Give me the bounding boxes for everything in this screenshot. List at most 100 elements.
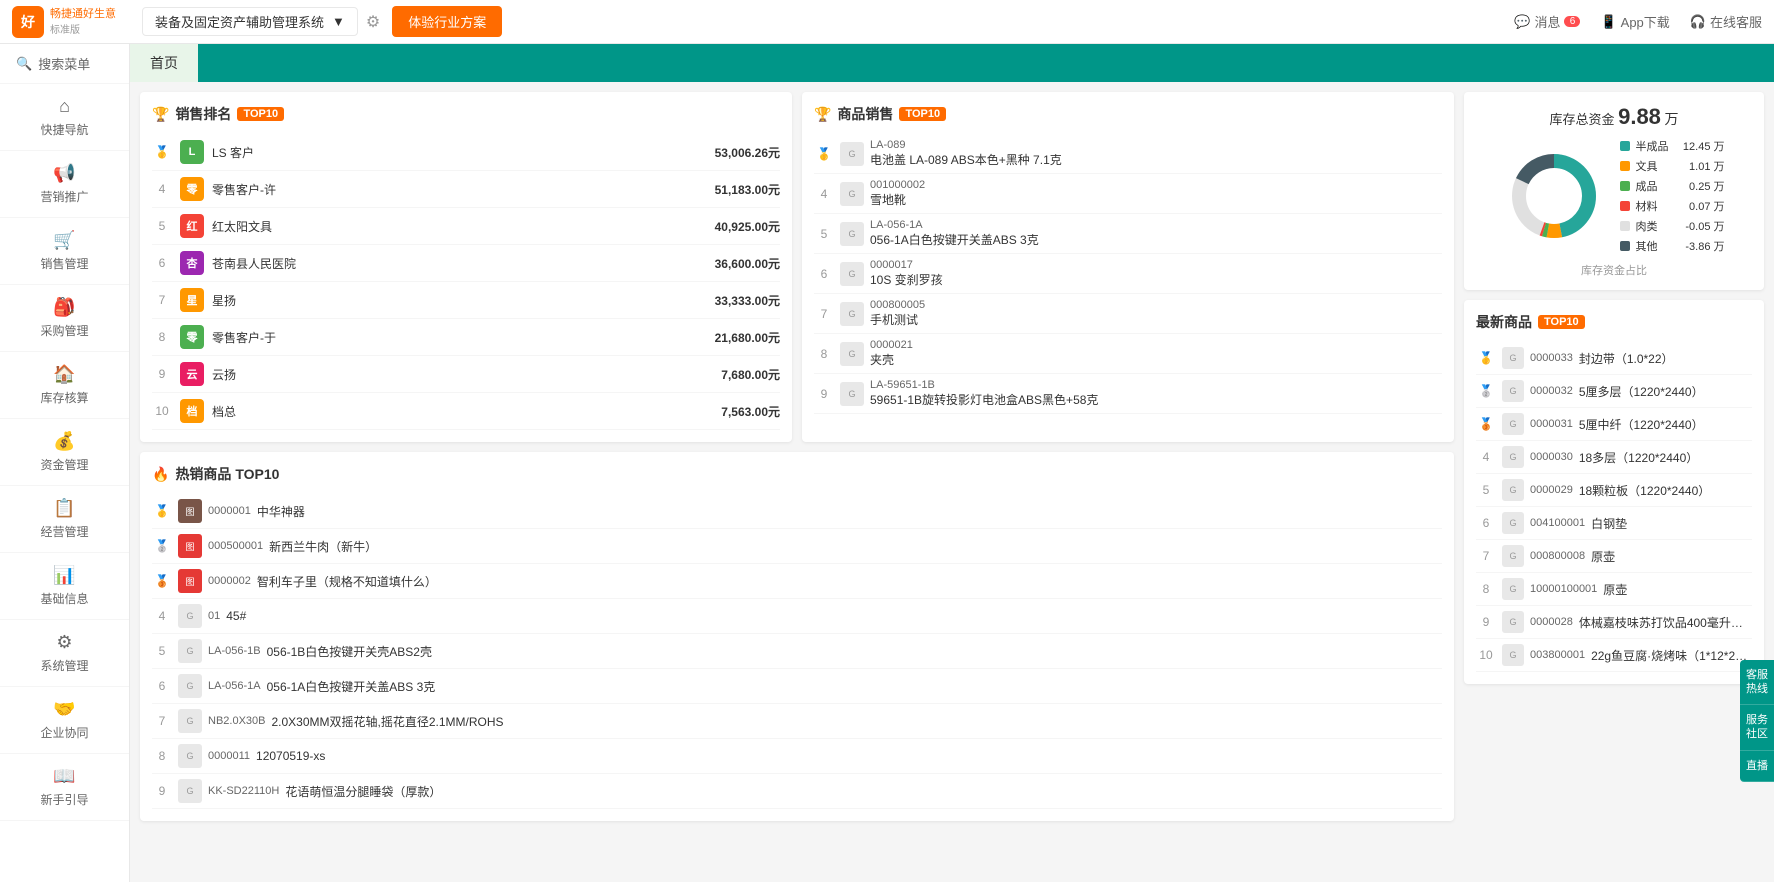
sidebar-label-finance: 资金管理 — [40, 456, 88, 473]
product-rank-6: 8 G 0000021 夹壳 — [814, 334, 1442, 374]
product-sales-ranking-card: 🏆 商品销售 TOP10 🥇 G LA-089 电池盖 LA-089 ABS本色… — [802, 92, 1454, 442]
logo-text: 畅捷通好生意 — [50, 7, 116, 21]
hot-item-7: 7 G NB2.0X30B 2.0X30MM双摇花轴,摇花直径2.1MM/ROH… — [152, 704, 1442, 739]
product-sales-label: 商品销售 — [837, 104, 893, 124]
new-item-5: 5 G 0000029 18颗粒板（1220*2440） — [1476, 474, 1752, 507]
legend-dot-3 — [1620, 181, 1630, 191]
hot-img-2: 图 — [178, 534, 202, 558]
donut-chart — [1504, 146, 1604, 246]
search-menu-label: 搜索菜单 — [38, 54, 90, 73]
hot-item-4: 4 G 01 45# — [152, 599, 1442, 634]
rank-item-3: 5 红 红太阳文具 40,925.00元 — [152, 208, 780, 245]
rank-item-7: 9 云 云扬 7,680.00元 — [152, 356, 780, 393]
customer-avatar-1: L — [180, 140, 204, 164]
message-icon: 💬 — [1514, 14, 1530, 30]
float-live-btn[interactable]: 直播 — [1740, 751, 1774, 782]
marketing-icon: 📢 — [53, 163, 75, 184]
new-item-1: 🥇 G 0000033 封边带（1.0*22） — [1476, 342, 1752, 375]
hot-icon: 🔥 — [152, 466, 169, 483]
try-btn[interactable]: 体验行业方案 — [392, 6, 502, 37]
guide-icon: 📖 — [53, 766, 75, 787]
ranking-section: 🏆 销售排名 TOP10 🥇 L LS 客户 53,006.26元 4 — [140, 92, 1454, 442]
customer-avatar-4: 杏 — [180, 251, 204, 275]
new-products-card: 最新商品 TOP10 🥇 G 0000033 封边带（1.0*22） 🥈 G — [1464, 300, 1764, 684]
sidebar-item-basics[interactable]: 📊 基础信息 — [0, 553, 129, 620]
product-rank-1: 🥇 G LA-089 电池盖 LA-089 ABS本色+黑种 7.1克 — [814, 134, 1442, 174]
left-column: 🏆 销售排名 TOP10 🥇 L LS 客户 53,006.26元 4 — [140, 92, 1454, 872]
legend-dot-2 — [1620, 161, 1630, 171]
sidebar-item-quick-nav[interactable]: ⌂ 快捷导航 — [0, 84, 129, 151]
legend-item-3: 成品 0.25 万 — [1620, 178, 1725, 194]
sidebar-item-sales[interactable]: 🛒 销售管理 — [0, 218, 129, 285]
product-ranking-title: 🏆 商品销售 TOP10 — [814, 104, 1442, 124]
message-badge: 6 — [1564, 16, 1580, 27]
enterprise-icon: 🤝 — [53, 699, 75, 720]
sidebar: 🔍 搜索菜单 ⌂ 快捷导航 📢 营销推广 🛒 销售管理 🎒 采购管理 🏠 库存核… — [0, 44, 130, 882]
new-img-2: G — [1502, 380, 1524, 402]
tab-home-label: 首页 — [150, 53, 178, 73]
new-item-7: 7 G 000800008 原壶 — [1476, 540, 1752, 573]
hot-img-6: G — [178, 674, 202, 698]
tab-home[interactable]: 首页 — [130, 44, 198, 82]
customer-avatar-5: 星 — [180, 288, 204, 312]
sidebar-item-guide[interactable]: 📖 新手引导 — [0, 754, 129, 821]
service-btn[interactable]: 🎧 在线客服 — [1690, 12, 1762, 31]
sidebar-label-operations: 经营管理 — [40, 523, 88, 540]
app-download-btn[interactable]: 📱 App下载 — [1600, 12, 1669, 31]
app-label: App下载 — [1621, 12, 1670, 31]
logo-area: 好 畅捷通好生意 标准版 — [12, 6, 142, 38]
content-area: 首页 🏆 销售排名 TOP10 — [130, 44, 1774, 882]
sales-icon: 🛒 — [53, 230, 75, 251]
hot-img-5: G — [178, 639, 202, 663]
hot-item-5: 5 G LA-056-1B 056-1B白色按键开关壳ABS2壳 — [152, 634, 1442, 669]
legend-item-1: 半成品 12.45 万 — [1620, 138, 1725, 154]
hot-img-4: G — [178, 604, 202, 628]
sidebar-item-marketing[interactable]: 📢 营销推广 — [0, 151, 129, 218]
customer-avatar-8: 档 — [180, 399, 204, 423]
finance-icon: 💰 — [53, 431, 75, 452]
sidebar-item-finance[interactable]: 💰 资金管理 — [0, 419, 129, 486]
system-selector[interactable]: 装备及固定资产辅助管理系统 ▼ — [142, 7, 358, 36]
product-rank-7: 9 G LA-59651-1B 59651-1B旋转投影灯电池盒ABS黑色+58… — [814, 374, 1442, 414]
float-buttons: 客服 热线 服务 社区 直播 — [1740, 660, 1774, 782]
inventory-card: 库存总资金 9.88 万 — [1464, 92, 1764, 290]
new-img-8: G — [1502, 578, 1524, 600]
sidebar-item-system[interactable]: ⚙ 系统管理 — [0, 620, 129, 687]
hot-img-7: G — [178, 709, 202, 733]
float-service-btn[interactable]: 客服 热线 — [1740, 660, 1774, 706]
hot-item-1: 🥇 图 0000001 中华神器 — [152, 494, 1442, 529]
inventory-title: 库存总资金 — [1549, 112, 1614, 127]
new-img-10: G — [1502, 644, 1524, 666]
search-menu[interactable]: 🔍 搜索菜单 — [0, 44, 129, 84]
sidebar-label-enterprise: 企业协同 — [40, 724, 88, 741]
message-btn[interactable]: 💬 消息 6 — [1514, 12, 1580, 31]
legend-item-6: 其他 -3.86 万 — [1620, 238, 1725, 254]
legend-dot-6 — [1620, 241, 1630, 251]
product-rank-3: 5 G LA-056-1A 056-1A白色按键开关盖ABS 3克 — [814, 214, 1442, 254]
rank-item-2: 4 零 零售客户-许 51,183.00元 — [152, 171, 780, 208]
sidebar-item-operations[interactable]: 📋 经营管理 — [0, 486, 129, 553]
float-community-btn[interactable]: 服务 社区 — [1740, 705, 1774, 751]
sidebar-item-inventory[interactable]: 🏠 库存核算 — [0, 352, 129, 419]
sidebar-label-system: 系统管理 — [40, 657, 88, 674]
system-icon: ⚙ — [56, 632, 72, 653]
hot-img-8: G — [178, 744, 202, 768]
hot-img-3: 图 — [178, 569, 202, 593]
rank-item-4: 6 杏 苍南县人民医院 36,600.00元 — [152, 245, 780, 282]
legend-item-5: 肉类 -0.05 万 — [1620, 218, 1725, 234]
new-img-6: G — [1502, 512, 1524, 534]
sidebar-item-enterprise[interactable]: 🤝 企业协同 — [0, 687, 129, 754]
logo-sub: 标准版 — [50, 21, 116, 36]
inventory-total: 库存总资金 9.88 万 — [1476, 104, 1752, 130]
new-products-label: 最新商品 — [1476, 312, 1532, 332]
product-img-5: G — [840, 302, 864, 326]
service-label: 在线客服 — [1710, 12, 1762, 31]
inventory-label: 库存资金占比 — [1476, 262, 1752, 278]
sidebar-label-basics: 基础信息 — [40, 590, 88, 607]
sidebar-item-purchase[interactable]: 🎒 采购管理 — [0, 285, 129, 352]
hot-label: 热销商品 TOP10 — [175, 464, 279, 484]
settings-icon[interactable]: ⚙ — [366, 12, 380, 32]
hot-img-9: G — [178, 779, 202, 803]
product-rank-2: 4 G 001000002 雪地靴 — [814, 174, 1442, 214]
hot-item-2: 🥈 图 000500001 新西兰牛肉（新牛） — [152, 529, 1442, 564]
